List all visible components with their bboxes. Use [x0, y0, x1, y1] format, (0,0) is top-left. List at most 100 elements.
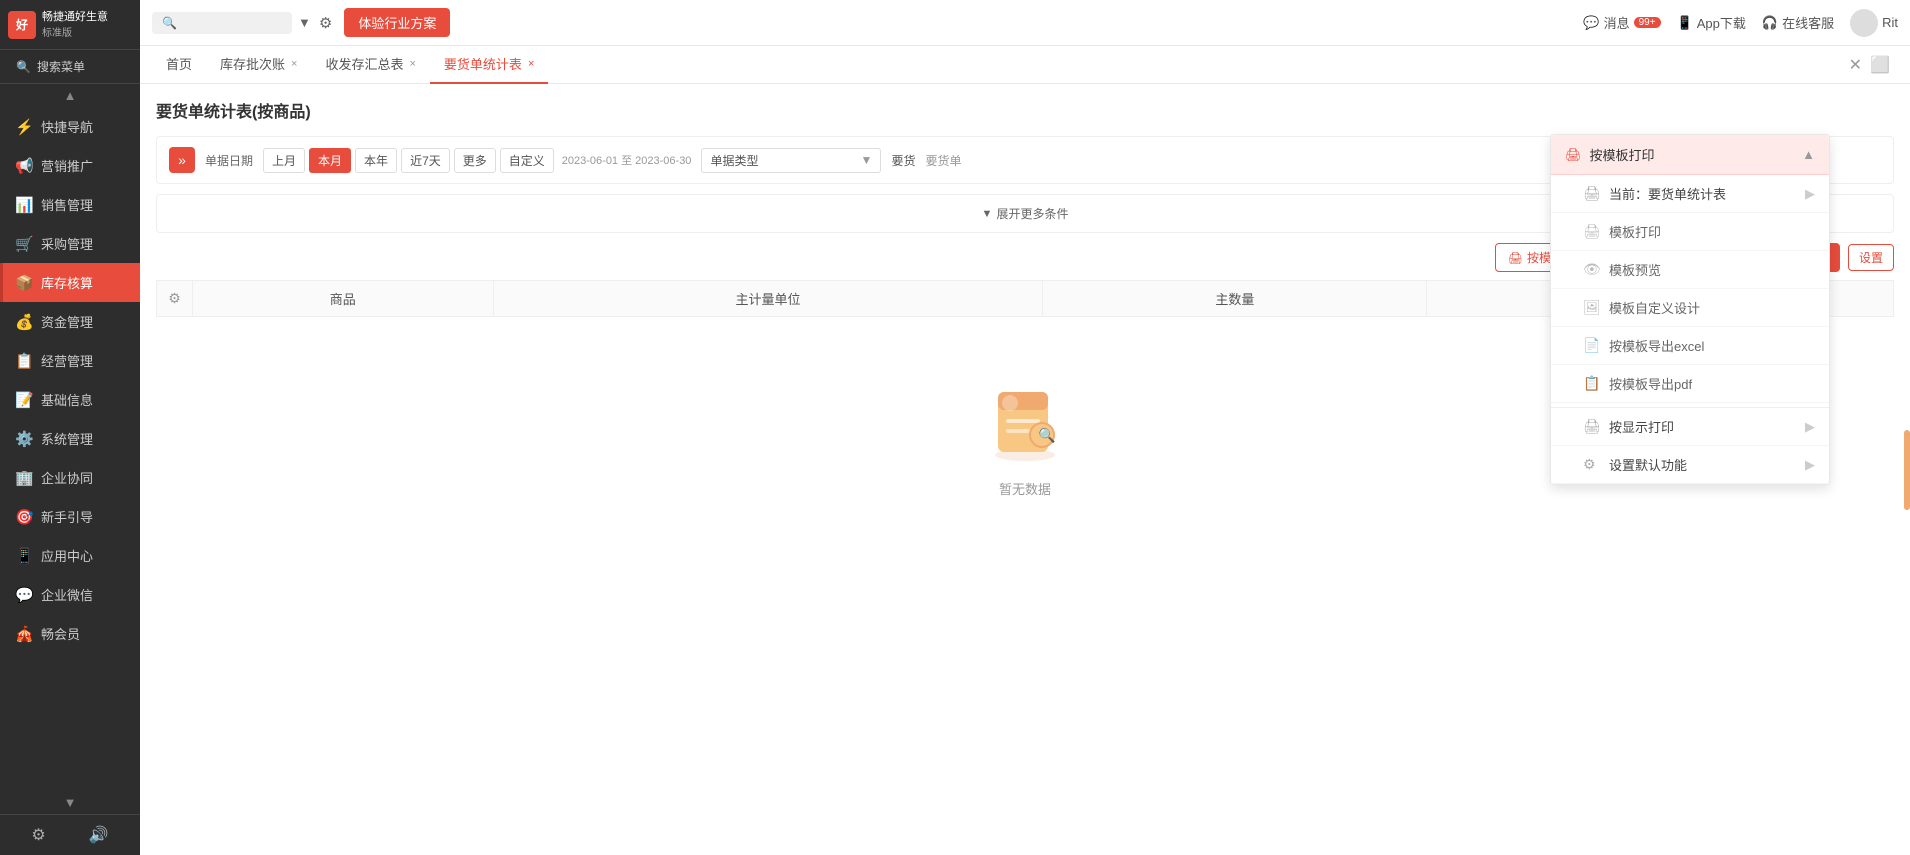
sidebar-item-system[interactable]: ⚙️ 系统管理 [0, 419, 140, 458]
sidebar-item-label: 采购管理 [41, 234, 93, 253]
topbar-search-box[interactable]: 🔍 [152, 12, 292, 34]
date-btn-current-month[interactable]: 本月 [309, 148, 351, 173]
audio-icon[interactable]: 🔊 [89, 825, 109, 845]
logo-sub: 标准版 [42, 24, 108, 39]
sidebar-search[interactable]: 🔍 搜索菜单 [0, 50, 140, 84]
sidebar-item-inventory[interactable]: 📦 库存核算 [0, 263, 140, 302]
sidebar-item-basic[interactable]: 📝 基础信息 [0, 380, 140, 419]
sidebar-item-sales[interactable]: 📊 销售管理 [0, 185, 140, 224]
sidebar-scroll-up[interactable]: ▲ [0, 84, 140, 107]
print-dropdown-title: 按模板打印 [1590, 145, 1655, 164]
online-service-item[interactable]: 🎧 在线客服 [1762, 13, 1834, 32]
template-export-excel-label: 按模板导出excel [1609, 336, 1704, 355]
tab-home[interactable]: 首页 [152, 46, 206, 84]
sidebar-item-label: 经营管理 [41, 351, 93, 370]
inventory-icon: 📦 [15, 274, 33, 292]
print-dropdown-close-icon[interactable]: ▲ [1802, 147, 1815, 162]
sidebar: 好 畅捷通好生意 标准版 🔍 搜索菜单 ▲ ⚡ 快捷导航 📢 营销推广 📊 销售… [0, 0, 140, 855]
basic-icon: 📝 [15, 391, 33, 409]
settings-icon[interactable]: ⚙ [31, 825, 45, 845]
page-title: 要货单统计表(按商品) [156, 98, 1894, 122]
app-center-icon: 📱 [15, 547, 33, 565]
expand-tab-icon[interactable]: ⬜ [1870, 55, 1890, 75]
display-print-item[interactable]: 🖨 按显示打印 ▶ [1551, 407, 1829, 446]
print-current-item[interactable]: 🖨 当前：要货单统计表 ▶ [1551, 175, 1829, 213]
date-btn-custom[interactable]: 自定义 [500, 148, 554, 173]
app-download-label: App下载 [1697, 13, 1746, 32]
topbar-right: 💬 消息 99+ 📱 App下载 🎧 在线客服 Rit [1583, 9, 1898, 37]
search-icon: 🔍 [162, 16, 177, 30]
tab-inventory-batch[interactable]: 库存批次账 × [206, 46, 311, 84]
message-badge: 99+ [1634, 17, 1661, 28]
filter-expand-button[interactable]: » [169, 147, 195, 173]
sidebar-item-app-center[interactable]: 📱 应用中心 [0, 536, 140, 575]
date-btn-more[interactable]: 更多 [454, 148, 496, 173]
sidebar-item-label: 销售管理 [41, 195, 93, 214]
sidebar-item-label: 应用中心 [41, 546, 93, 565]
app-download-icon: 📱 [1677, 15, 1693, 31]
display-print-arrow: ▶ [1805, 419, 1815, 435]
sidebar-item-wechat[interactable]: 💬 企业微信 [0, 575, 140, 614]
sidebar-item-label: 营销推广 [41, 156, 93, 175]
sidebar-item-label: 基础信息 [41, 390, 93, 409]
sidebar-item-finance[interactable]: 💰 资金管理 [0, 302, 140, 341]
sidebar-item-member[interactable]: 🎪 畅会员 [0, 614, 140, 653]
print-dropdown-header: 🖨 按模板打印 ▲ [1551, 135, 1829, 175]
tab-order-stats-close[interactable]: × [528, 58, 534, 70]
enterprise-icon: 🏢 [15, 469, 33, 487]
template-preview-item[interactable]: 👁 模板预览 [1551, 251, 1829, 289]
tab-receipt-summary[interactable]: 收发存汇总表 × [311, 46, 429, 84]
close-tab-icon[interactable]: ✕ [1849, 55, 1862, 75]
display-print-label: 按显示打印 [1609, 417, 1674, 436]
settings-button[interactable]: 设置 [1848, 244, 1894, 271]
user-avatar-item[interactable]: Rit [1850, 9, 1898, 37]
date-filter-label: 单据日期 [205, 152, 253, 169]
finance-icon: 💰 [15, 313, 33, 331]
main-area: 🔍 ▼ ⚙ 体验行业方案 💬 消息 99+ 📱 App下载 🎧 在线客服 Rit [140, 0, 1910, 855]
template-export-pdf-label: 按模板导出pdf [1609, 374, 1692, 393]
tab-order-stats[interactable]: 要货单统计表 × [430, 46, 548, 84]
date-btn-prev-month[interactable]: 上月 [263, 148, 305, 173]
tabs-bar: 首页 库存批次账 × 收发存汇总表 × 要货单统计表 × ✕ ⬜ [140, 46, 1910, 84]
template-custom-item[interactable]: 🖼 模板自定义设计 [1551, 289, 1829, 327]
tab-receipt-summary-close[interactable]: × [409, 58, 415, 70]
template-print-item[interactable]: 🖨 模板打印 [1551, 213, 1829, 251]
quick-nav-icon: ⚡ [15, 118, 33, 136]
date-btn-7days[interactable]: 近7天 [401, 148, 450, 173]
sidebar-item-quick-nav[interactable]: ⚡ 快捷导航 [0, 107, 140, 146]
sidebar-item-operation[interactable]: 📋 经营管理 [0, 341, 140, 380]
gear-icon[interactable]: ⚙ [168, 290, 181, 306]
display-print-icon: 🖨 [1583, 418, 1601, 435]
message-item[interactable]: 💬 消息 99+ [1583, 13, 1660, 32]
sidebar-item-marketing[interactable]: 📢 营销推广 [0, 146, 140, 185]
col-gear[interactable]: ⚙ [157, 281, 193, 317]
sidebar-item-guide[interactable]: 🎯 新手引导 [0, 497, 140, 536]
template-export-pdf-icon: 📋 [1583, 375, 1601, 392]
template-export-excel-item[interactable]: 📄 按模板导出excel [1551, 327, 1829, 365]
user-avatar [1850, 9, 1878, 37]
sidebar-logo: 好 畅捷通好生意 标准版 [0, 0, 140, 50]
sidebar-item-purchase[interactable]: 🛒 采购管理 [0, 224, 140, 263]
tab-inventory-batch-close[interactable]: × [291, 58, 297, 70]
sidebar-item-enterprise[interactable]: 🏢 企业协同 [0, 458, 140, 497]
app-download-item[interactable]: 📱 App下载 [1677, 13, 1746, 32]
content-area: 要货单统计表(按商品) » 单据日期 上月 本月 本年 近7天 更多 自定义 2… [140, 84, 1910, 855]
topbar-dropdown-arrow[interactable]: ▼ [298, 15, 311, 30]
right-scrollbar[interactable] [1904, 430, 1910, 510]
template-print-icon: 🖨 [1583, 223, 1601, 240]
topbar: 🔍 ▼ ⚙ 体验行业方案 💬 消息 99+ 📱 App下载 🎧 在线客服 Rit [140, 0, 1910, 46]
date-btn-current-year[interactable]: 本年 [355, 148, 397, 173]
col-quantity: 主数量 [1043, 281, 1427, 317]
message-icon: 💬 [1583, 15, 1599, 31]
expand-chevron-icon: ▼ [982, 208, 993, 220]
set-default-item[interactable]: ⚙ 设置默认功能 ▶ [1551, 446, 1829, 484]
set-default-icon: ⚙ [1583, 456, 1601, 473]
template-export-pdf-item[interactable]: 📋 按模板导出pdf [1551, 365, 1829, 403]
wechat-icon: 💬 [15, 586, 33, 604]
topbar-gear-icon[interactable]: ⚙ [319, 14, 332, 32]
sidebar-scroll-down[interactable]: ▼ [0, 791, 140, 814]
order-type-select[interactable]: 单据类型 ▼ [701, 148, 881, 173]
system-icon: ⚙️ [15, 430, 33, 448]
page-container: 要货单统计表(按商品) » 单据日期 上月 本月 本年 近7天 更多 自定义 2… [140, 84, 1910, 855]
trial-button[interactable]: 体验行业方案 [344, 8, 450, 37]
